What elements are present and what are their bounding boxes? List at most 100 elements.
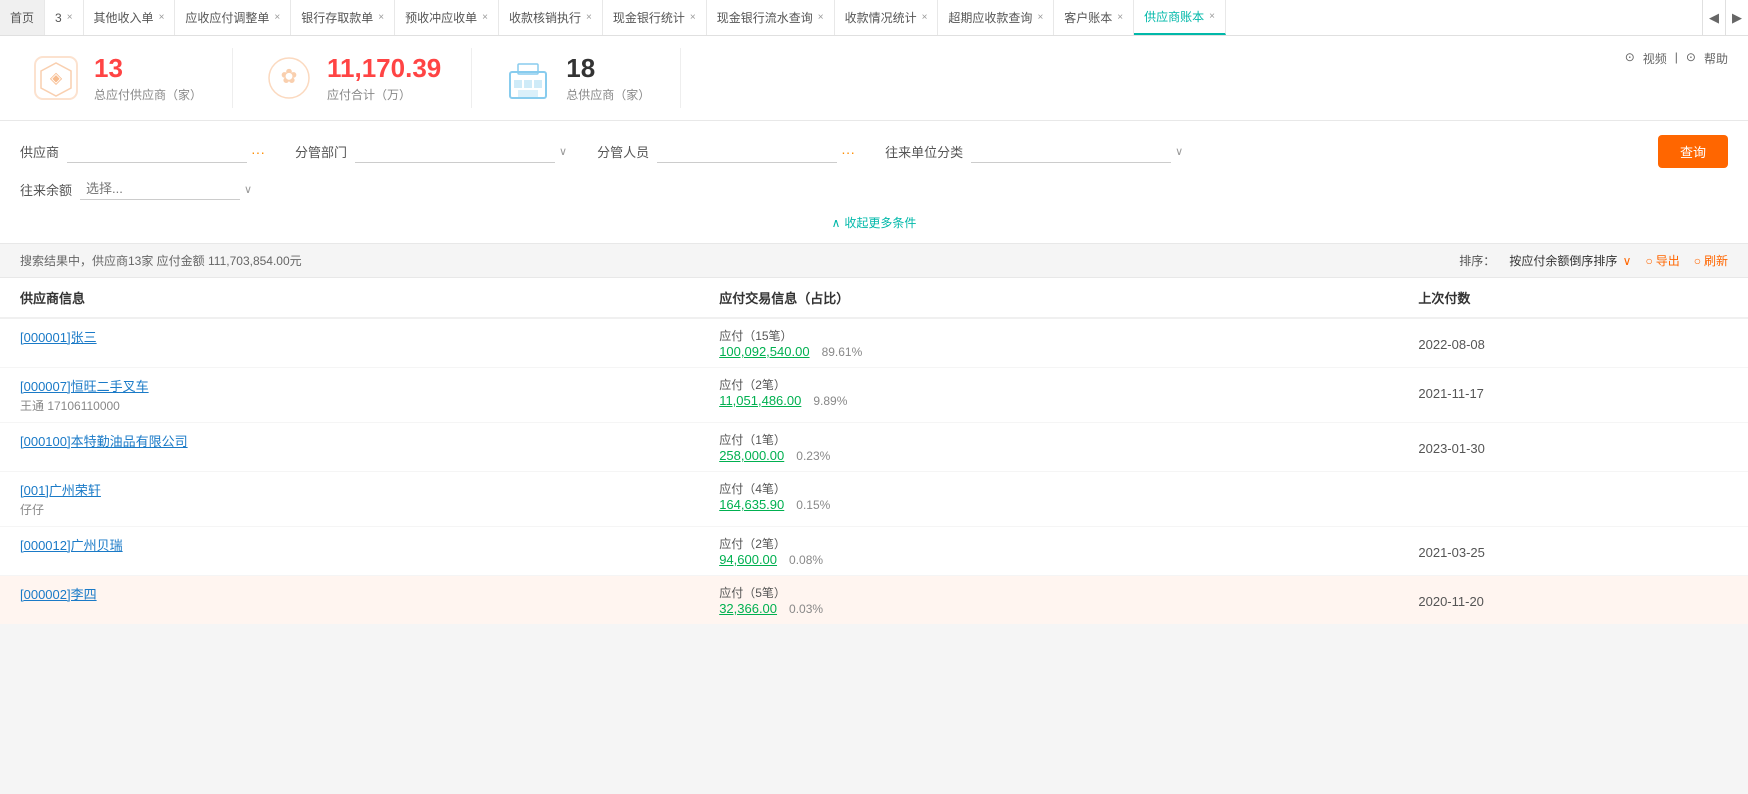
close-icon[interactable]: × [1037, 12, 1043, 23]
close-icon[interactable]: × [378, 12, 384, 23]
person-dots-btn[interactable]: ··· [841, 144, 855, 160]
sort-value[interactable]: 按应付余额倒序排序 ∨ [1509, 252, 1631, 269]
amount-value[interactable]: 100,092,540.00 [719, 344, 809, 359]
stat-item-total-suppliers: 18 总供应商（家） [492, 48, 681, 108]
close-icon[interactable]: × [818, 12, 824, 23]
tx-label: 应付（4笔） [719, 480, 1378, 497]
close-icon[interactable]: × [586, 12, 592, 23]
table-header-row: 供应商信息 应付交易信息（占比） 上次付数 [0, 278, 1748, 318]
nav-tab-3[interactable]: 3 × [45, 0, 84, 35]
close-icon[interactable]: × [922, 12, 928, 23]
tx-label: 应付（2笔） [719, 376, 1378, 393]
refresh-btn[interactable]: ○ 刷新 [1694, 252, 1728, 269]
supplier-info-cell: [000002]李四 [0, 576, 699, 625]
dept-input[interactable] [355, 141, 555, 163]
nav-tab-other-income[interactable]: 其他收入单 × [84, 0, 176, 35]
collapse-filters-btn[interactable]: ∧ 收起更多条件 [20, 210, 1728, 235]
refresh-label: 刷新 [1704, 252, 1728, 269]
nav-tab-cash-bank-stats[interactable]: 现金银行统计 × [603, 0, 707, 35]
supplier-sub-info: 仔仔 [20, 501, 679, 518]
last-pay-cell: 2023-01-30 [1398, 423, 1748, 472]
nav-tab-supplier-account[interactable]: 供应商账本 × [1134, 0, 1226, 35]
th-last-pay: 上次付数 [1398, 278, 1748, 318]
supplier-link[interactable]: [001]广州荣轩 [20, 483, 101, 498]
percent-value: 0.15% [796, 498, 830, 512]
nav-tab-ap-label: 应收应付调整单 [185, 9, 269, 26]
tx-info-cell: 应付（4笔）164,635.90 0.15% [699, 472, 1398, 527]
query-button[interactable]: 查询 [1658, 135, 1728, 168]
supplier-link[interactable]: [000001]张三 [20, 330, 97, 345]
person-input[interactable] [657, 141, 837, 163]
nav-tab-receipt-audit[interactable]: 收款核销执行 × [499, 0, 603, 35]
category-chevron-icon[interactable]: ∨ [1175, 145, 1183, 158]
nav-tab-home[interactable]: 首页 [0, 0, 45, 35]
table-row: [000012]广州贝瑞应付（2笔）94,600.000.08%2021-03-… [0, 527, 1748, 576]
video-icon: ⊙ [1625, 50, 1635, 67]
nav-right-arrow[interactable]: ▶ [1725, 0, 1748, 35]
nav-tab-cash-bank-flow[interactable]: 现金银行流水查询 × [707, 0, 835, 35]
export-label: 导出 [1656, 252, 1680, 269]
dept-chevron-icon[interactable]: ∨ [559, 145, 567, 158]
last-pay-cell: 2021-11-17 [1398, 368, 1748, 423]
table-container: 供应商信息 应付交易信息（占比） 上次付数 [000001]张三应付（15笔）1… [0, 278, 1748, 625]
ap-suppliers-icon: ◈ [30, 52, 82, 104]
ap-total-icon: ✿ [263, 52, 315, 104]
supplier-link[interactable]: [000002]李四 [20, 587, 97, 602]
tx-label: 应付（5笔） [719, 584, 1378, 601]
amount-value[interactable]: 11,051,486.00 [719, 393, 801, 408]
amount-value[interactable]: 94,600.00 [719, 552, 777, 567]
supplier-table: 供应商信息 应付交易信息（占比） 上次付数 [000001]张三应付（15笔）1… [0, 278, 1748, 625]
nav-left-arrow[interactable]: ◀ [1702, 0, 1725, 35]
nav-tab-customer-account[interactable]: 客户账本 × [1054, 0, 1134, 35]
amount-value[interactable]: 258,000.00 [719, 448, 784, 463]
close-icon[interactable]: × [690, 12, 696, 23]
collapse-label: 收起更多条件 [844, 214, 916, 231]
filter-row-1: 供应商 ··· 分管部门 ∨ 分管人员 ··· 往来单位分类 ∨ 查询 [20, 135, 1728, 168]
separator: | [1675, 50, 1678, 67]
amount-value[interactable]: 32,366.00 [719, 601, 777, 616]
nav-tab-3-label: 3 [55, 11, 62, 25]
supplier-dots-btn[interactable]: ··· [251, 144, 265, 160]
nav-tab-ap-adjustment[interactable]: 应收应付调整单 × [175, 0, 291, 35]
sort-chevron-icon: ∨ [1623, 254, 1632, 268]
tx-info-cell: 应付（1笔）258,000.000.23% [699, 423, 1398, 472]
nav-tab-prepay-writeoff[interactable]: 预收冲应收单 × [395, 0, 499, 35]
tx-info-cell: 应付（5笔）32,366.000.03% [699, 576, 1398, 625]
close-icon[interactable]: × [274, 12, 280, 23]
balance-input[interactable] [80, 178, 240, 200]
supplier-link[interactable]: [000100]本特勤油品有限公司 [20, 434, 188, 449]
table-row: [000100]本特勤油品有限公司 应付（1笔）258,000.000.23%20… [0, 423, 1748, 472]
close-icon[interactable]: × [482, 12, 488, 23]
nav-tab-overdue-collection[interactable]: 超期应收款查询 × [938, 0, 1054, 35]
amount-value[interactable]: 164,635.90 [719, 497, 784, 512]
close-icon[interactable]: × [67, 12, 73, 23]
supplier-info-cell: [000001]张三 [0, 318, 699, 368]
ap-suppliers-label: 总应付供应商（家） [94, 86, 202, 103]
nav-tab-collection-stats[interactable]: 收款情况统计 × [835, 0, 939, 35]
sort-label: 排序： [1459, 252, 1495, 269]
supplier-link[interactable]: [000007]恒旺二手叉车 [20, 379, 149, 394]
filter-row-2: 往来余额 ∨ [20, 178, 1728, 200]
supplier-info-cell: [000007]恒旺二手叉车王通 17106110000 [0, 368, 699, 423]
supplier-input[interactable] [67, 141, 247, 163]
close-icon[interactable]: × [159, 12, 165, 23]
category-input[interactable] [971, 141, 1171, 163]
stat-item-ap-suppliers: ◈ 13 总应付供应商（家） [20, 48, 233, 108]
refresh-circle-icon: ○ [1694, 254, 1701, 268]
filter-person: 分管人员 ··· [597, 141, 855, 163]
nav-tab-bank-deposit[interactable]: 银行存取款单 × [291, 0, 395, 35]
tx-label: 应付（2笔） [719, 535, 1378, 552]
close-icon[interactable]: × [1209, 11, 1215, 22]
close-icon[interactable]: × [1117, 12, 1123, 23]
supplier-link[interactable]: [000012]广州贝瑞 [20, 538, 123, 553]
last-pay-cell: 2022-08-08 [1398, 318, 1748, 368]
export-circle-icon: ○ [1645, 254, 1652, 268]
last-pay-cell [1398, 472, 1748, 527]
balance-chevron-icon[interactable]: ∨ [244, 183, 252, 196]
help-link[interactable]: 帮助 [1704, 50, 1728, 67]
nav-tab-customer-label: 客户账本 [1064, 9, 1112, 26]
export-btn[interactable]: ○ 导出 [1645, 252, 1679, 269]
result-actions: 排序： 按应付余额倒序排序 ∨ ○ 导出 ○ 刷新 [1459, 252, 1728, 269]
total-suppliers-label: 总供应商（家） [566, 86, 650, 103]
video-link[interactable]: 视频 [1643, 50, 1667, 67]
